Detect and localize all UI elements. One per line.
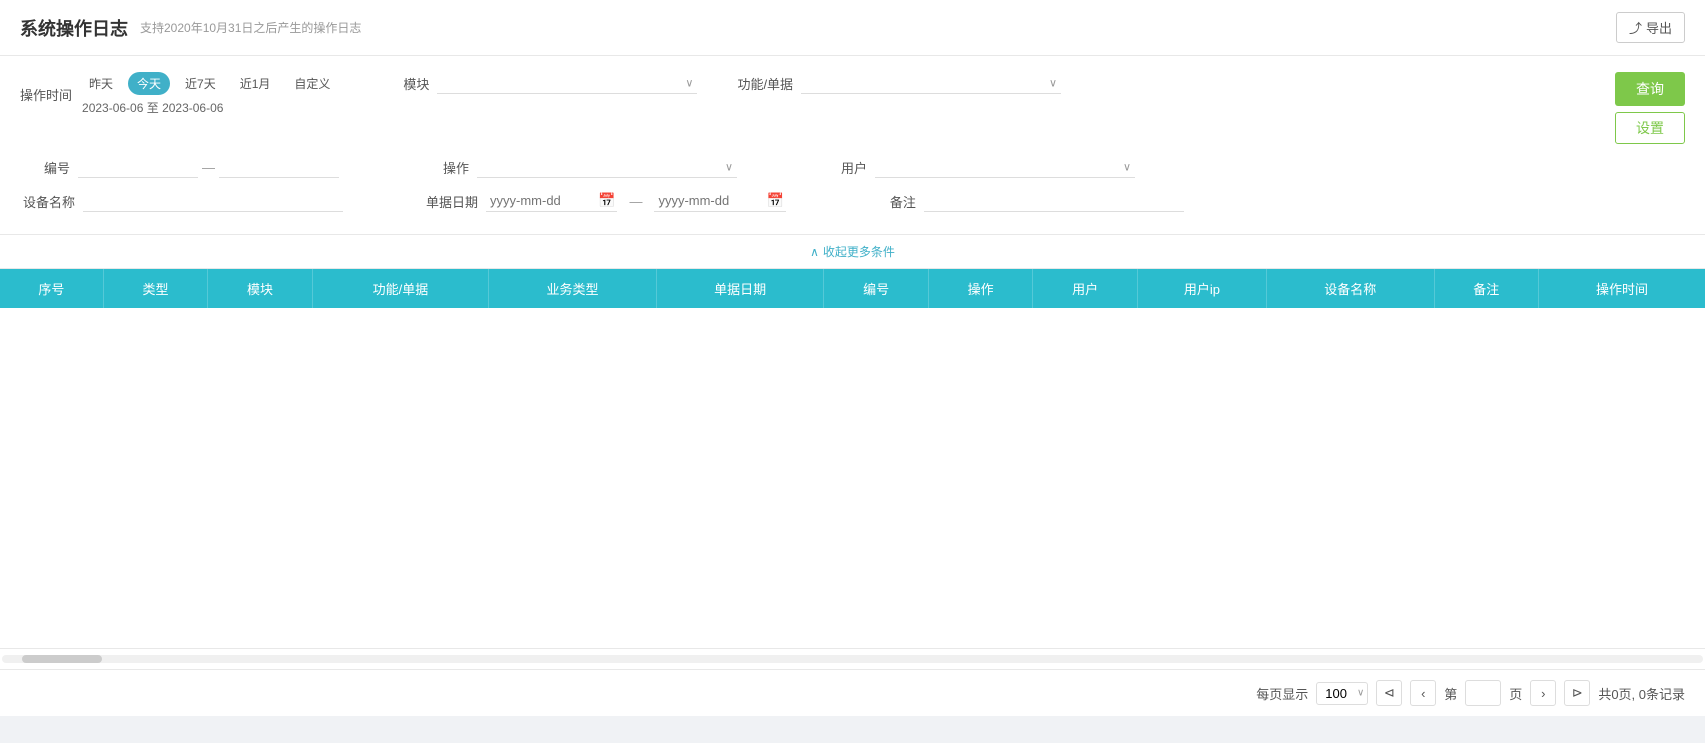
collapse-chevron-icon: ∧ — [810, 245, 819, 259]
page-subtitle: 支持2020年10月31日之后产生的操作日志 — [140, 19, 361, 36]
user-select-wrapper: ∨ — [875, 156, 1135, 178]
col-user-ip: 用户ip — [1137, 269, 1266, 308]
calendar-start-icon[interactable]: 📅 — [596, 192, 617, 209]
empty-area — [0, 308, 1705, 648]
title-group: 系统操作日志 支持2020年10月31日之后产生的操作日志 — [20, 15, 361, 41]
table-wrapper: 序号 类型 模块 功能/单据 业务类型 单据日期 编号 操作 用户 用户ip 设… — [0, 269, 1705, 308]
time-filter-group: 昨天 今天 近7天 近1月 自定义 2023-06-06 至 2023-06-0… — [80, 72, 339, 116]
col-op-time: 操作时间 — [1539, 269, 1705, 308]
collapse-label: 收起更多条件 — [823, 243, 895, 260]
operation-time-filter: 操作时间 昨天 今天 近7天 近1月 自定义 2023-06-06 至 2023… — [20, 72, 339, 116]
time-btn-custom[interactable]: 自定义 — [285, 72, 339, 95]
remark-input[interactable] — [924, 190, 1184, 212]
export-button[interactable]: ⤴ 导出 — [1616, 12, 1685, 43]
function-select-wrapper: ∨ — [801, 72, 1061, 94]
device-label: 设备名称 — [20, 192, 75, 211]
function-filter: 功能/单据 ∨ — [737, 72, 1061, 94]
function-label: 功能/单据 — [737, 74, 793, 93]
settings-button[interactable]: 设置 — [1615, 112, 1685, 144]
scroll-track[interactable] — [2, 655, 1703, 663]
data-table: 序号 类型 模块 功能/单据 业务类型 单据日期 编号 操作 用户 用户ip 设… — [0, 269, 1705, 308]
last-page-button[interactable]: ⊳ — [1564, 680, 1590, 706]
page-title: 系统操作日志 — [20, 15, 128, 41]
time-btn-7days[interactable]: 近7天 — [176, 72, 225, 95]
time-btn-today[interactable]: 今天 — [128, 72, 170, 95]
page-label: 第 — [1444, 684, 1457, 703]
col-user: 用户 — [1033, 269, 1137, 308]
table-header: 序号 类型 模块 功能/单据 业务类型 单据日期 编号 操作 用户 用户ip 设… — [0, 269, 1705, 308]
operation-label: 操作 — [419, 158, 469, 177]
col-business-type: 业务类型 — [489, 269, 657, 308]
col-type: 类型 — [103, 269, 207, 308]
next-page-button[interactable]: › — [1530, 680, 1556, 706]
module-label: 模块 — [379, 74, 429, 93]
prev-page-button[interactable]: ‹ — [1410, 680, 1436, 706]
col-doc-date: 单据日期 — [656, 269, 824, 308]
module-select[interactable] — [437, 72, 697, 94]
first-page-button[interactable]: ⊲ — [1376, 680, 1402, 706]
remark-filter: 备注 — [866, 190, 1184, 212]
filter-row-3: 设备名称 单据日期 📅 — 📅 备注 — [20, 190, 1685, 212]
page-size-select[interactable]: 100 50 200 — [1316, 682, 1368, 705]
filter-area: 操作时间 昨天 今天 近7天 近1月 自定义 2023-06-06 至 2023… — [0, 56, 1705, 235]
scroll-bar-area — [0, 648, 1705, 669]
collapse-bar[interactable]: ∧ 收起更多条件 — [0, 235, 1705, 269]
operation-filter: 操作 ∨ — [419, 156, 737, 178]
filter-row-1: 操作时间 昨天 今天 近7天 近1月 自定义 2023-06-06 至 2023… — [20, 72, 1685, 144]
export-label: 导出 — [1646, 18, 1672, 37]
query-button[interactable]: 查询 — [1615, 72, 1685, 106]
code-end-input[interactable] — [219, 156, 339, 178]
total-info: 共0页, 0条记录 — [1598, 684, 1685, 703]
filter-row-2: 编号 — 操作 ∨ 用户 ∨ — [20, 156, 1685, 178]
code-dash: — — [202, 160, 215, 175]
pagination-bar: 每页显示 100 50 200 ∨ ⊲ ‹ 第 1 页 › ⊳ 共0页, 0条记… — [0, 669, 1705, 716]
page-number-input[interactable]: 1 — [1465, 680, 1501, 706]
function-select[interactable] — [801, 72, 1061, 94]
date-dash: — — [629, 194, 642, 209]
page-header: 系统操作日志 支持2020年10月31日之后产生的操作日志 ⤴ 导出 — [0, 0, 1705, 56]
time-btn-yesterday[interactable]: 昨天 — [80, 72, 122, 95]
page-suffix: 页 — [1509, 684, 1522, 703]
calendar-end-icon[interactable]: 📅 — [764, 192, 785, 209]
scroll-thumb[interactable] — [22, 655, 102, 663]
code-label: 编号 — [20, 158, 70, 177]
module-filter: 模块 ∨ — [379, 72, 697, 94]
page-size-label: 每页显示 — [1256, 684, 1308, 703]
col-module: 模块 — [208, 269, 312, 308]
operation-time-label: 操作时间 — [20, 85, 72, 104]
col-function: 功能/单据 — [312, 269, 488, 308]
col-code: 编号 — [824, 269, 928, 308]
operation-select-wrapper: ∨ — [477, 156, 737, 178]
table-header-row: 序号 类型 模块 功能/单据 业务类型 单据日期 编号 操作 用户 用户ip 设… — [0, 269, 1705, 308]
operation-select[interactable] — [477, 156, 737, 178]
module-select-wrapper: ∨ — [437, 72, 697, 94]
col-device: 设备名称 — [1266, 269, 1434, 308]
device-filter: 设备名称 — [20, 190, 343, 212]
code-start-input[interactable] — [78, 156, 198, 178]
col-operation: 操作 — [928, 269, 1032, 308]
date-end-wrapper: 📅 — [654, 190, 785, 212]
date-end-input[interactable] — [654, 190, 764, 211]
page-size-wrapper: 100 50 200 ∨ — [1316, 682, 1368, 705]
device-input[interactable] — [83, 190, 343, 212]
time-btn-1month[interactable]: 近1月 — [231, 72, 280, 95]
user-select[interactable] — [875, 156, 1135, 178]
action-buttons: 查询 设置 — [1615, 72, 1685, 144]
date-start-wrapper: 📅 — [486, 190, 617, 212]
collapse-content: ∧ 收起更多条件 — [810, 243, 895, 260]
code-filter: 编号 — — [20, 156, 339, 178]
time-buttons: 昨天 今天 近7天 近1月 自定义 — [80, 72, 339, 95]
user-filter: 用户 ∨ — [817, 156, 1135, 178]
document-date-filter: 单据日期 📅 — 📅 — [423, 190, 786, 212]
date-start-input[interactable] — [486, 190, 596, 211]
document-date-label: 单据日期 — [423, 192, 478, 211]
code-range: — — [78, 156, 339, 178]
remark-label: 备注 — [866, 192, 916, 211]
time-range-text: 2023-06-06 至 2023-06-06 — [82, 99, 339, 116]
col-remark: 备注 — [1434, 269, 1538, 308]
col-index: 序号 — [0, 269, 103, 308]
user-label: 用户 — [817, 158, 867, 177]
export-icon: ⤴ — [1629, 18, 1642, 37]
